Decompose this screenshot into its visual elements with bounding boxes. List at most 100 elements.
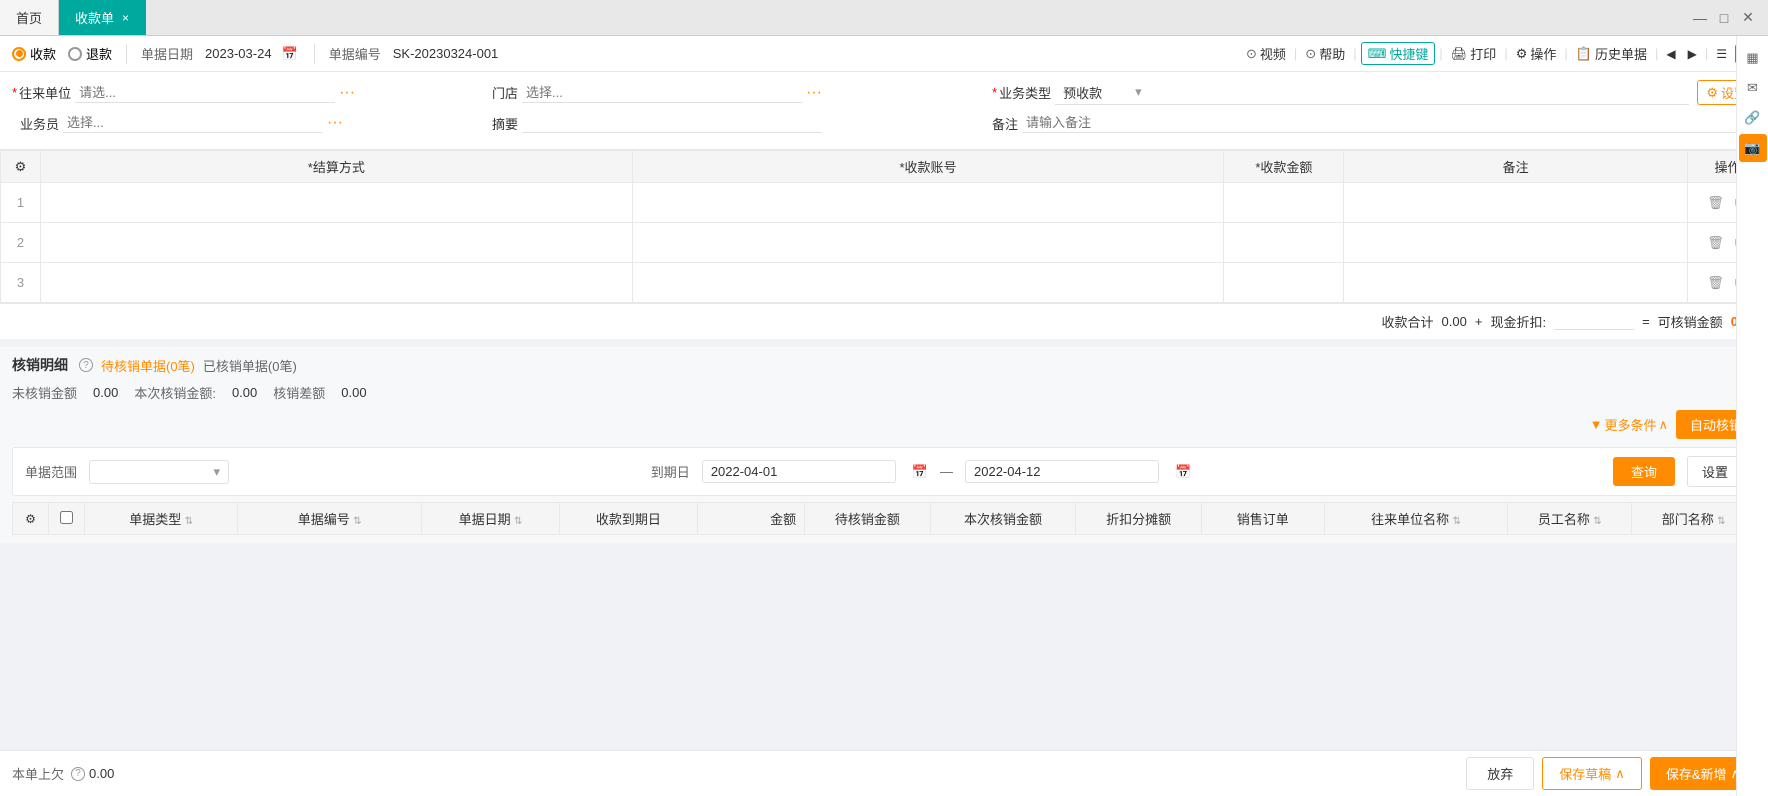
close-button[interactable]: ✕ [1740,10,1756,26]
tab-active[interactable]: 收款单 × [59,0,146,35]
col-amount-header: 金额 [697,503,804,535]
abandon-button[interactable]: 放弃 [1466,757,1534,790]
col-type-header[interactable]: 单据类型 ⇅ [85,503,238,535]
sidebar-table-icon[interactable]: ▦ [1739,44,1767,72]
print-button[interactable]: 🖨 打印 [1447,42,1501,65]
table-row: 3 🗑 ⧉ [1,263,1768,303]
table-setting-icon[interactable]: ⚙ [1,151,41,183]
staff-input[interactable] [63,113,323,133]
col-partner-header[interactable]: 往来单位名称 ⇅ [1324,503,1508,535]
calendar-icon[interactable]: 📅 [282,46,298,62]
next-button[interactable]: ▶ [1684,45,1701,63]
shortcut-icon: ⌨ [1368,46,1387,62]
shop-input[interactable] [522,83,802,103]
history-button[interactable]: 📋 历史单据 [1572,42,1651,65]
bottom-info-icon[interactable]: ? [71,767,85,781]
toolbar-right: ⊙ 视频 | ⊙ 帮助 | ⌨ 快捷键 | 🖨 打印 | ⚙ 操作 [1242,42,1756,65]
verify-info-icon[interactable]: ? [79,358,93,372]
refund-radio-icon [68,47,82,61]
sidebar-camera-icon[interactable]: 📷 [1739,134,1767,162]
this-verify-value: 0.00 [232,385,257,400]
partner-more-btn[interactable]: ··· [335,84,359,102]
sidebar-link-icon[interactable]: 🔗 [1739,104,1767,132]
verify-title: 核销明细 [12,355,68,375]
row-1-delete-icon[interactable]: 🗑 [1706,193,1726,213]
col-staff-header[interactable]: 员工名称 ⇅ [1508,503,1632,535]
col-this-header: 本次核销金额 [930,503,1076,535]
detail-table: ⚙ *结算方式 *收款账号 *收款金额 备注 操作 [0,150,1768,303]
diff-label: 核销差额 [273,383,325,402]
partner-label: 往来单位 [19,83,71,102]
num-label: 单据编号 [329,44,381,63]
receive-radio[interactable]: 收款 [12,44,56,63]
shop-label: 门店 [492,83,518,102]
minimize-button[interactable]: — [1692,10,1708,26]
partner-required: * [12,85,17,100]
operate-button[interactable]: ⚙ 操作 [1512,42,1561,65]
row-3-remark[interactable] [1344,263,1688,303]
range-select[interactable]: ▾ [89,460,229,484]
row-3-settle[interactable] [41,263,633,303]
row-1-account[interactable] [632,183,1224,223]
save-draft-button[interactable]: 保存草稿 ∧ [1542,757,1642,790]
row-2-account[interactable] [632,223,1224,263]
row-3-delete-icon[interactable]: 🗑 [1706,273,1726,293]
verify-table-gear[interactable]: ⚙ [13,503,49,535]
row-1-remark[interactable] [1344,183,1688,223]
discount-input[interactable] [1554,314,1634,330]
staff-more-btn[interactable]: ··· [323,114,347,132]
col-date-header[interactable]: 单据日期 ⇅ [422,503,560,535]
save-draft-label: 保存草稿 [1559,764,1611,783]
pending-tab[interactable]: 待核销单据(0笔) [101,356,195,375]
help-icon: ⊙ [1305,46,1316,62]
tab-home[interactable]: 首页 [0,0,59,35]
row-2-remark[interactable] [1344,223,1688,263]
row-3-account[interactable] [632,263,1224,303]
calendar-from-icon[interactable]: 📅 [912,464,928,480]
col-rdate-header: 收款到期日 [559,503,697,535]
more-conditions-btn[interactable]: ▼ 更多条件 ∧ [1590,415,1668,434]
table-row: 2 🗑 ⧉ [1,223,1768,263]
list-icon[interactable]: ☰ [1712,45,1731,63]
save-new-label: 保存&新增 [1666,764,1727,783]
done-tab[interactable]: 已核销单据(0笔) [203,356,297,375]
tab-close-icon[interactable]: × [122,11,129,25]
row-2-amount[interactable] [1224,223,1344,263]
col-order-header: 销售订单 [1202,503,1325,535]
select-all-checkbox[interactable] [60,511,73,524]
filter-setting-button[interactable]: 设置 [1687,456,1743,487]
help-button[interactable]: ⊙ 帮助 [1301,42,1349,65]
shop-more-btn[interactable]: ··· [802,84,826,102]
bottom-info-value: 0.00 [89,766,114,781]
calendar-to-icon[interactable]: 📅 [1175,464,1191,480]
maximize-button[interactable]: □ [1716,10,1732,26]
summary-input[interactable] [522,113,822,133]
refund-label: 退款 [86,44,112,63]
home-tab-label: 首页 [16,8,42,27]
row-1-settle[interactable] [41,183,633,223]
verify-table-checkbox-all[interactable] [49,503,85,535]
remark-label: 备注 [992,114,1018,133]
refund-radio[interactable]: 退款 [68,44,112,63]
col-num-header[interactable]: 单据编号 ⇅ [238,503,422,535]
date-from-input[interactable] [702,460,896,483]
shortcut-button[interactable]: ⌨ 快捷键 [1361,42,1436,65]
row-1-amount[interactable] [1224,183,1344,223]
query-button[interactable]: 查询 [1613,457,1675,486]
summary-row: 收款合计 0.00 + 现金折扣: = 可核销金额 0.00 [0,303,1768,339]
date-value: 2023-03-24 [205,46,272,61]
prev-button[interactable]: ◀ [1662,45,1679,63]
sort-dept-icon: ⇅ [1717,516,1725,527]
btype-select[interactable]: 预收款 ▾ [1055,81,1689,105]
table-row: 1 🗑 ⧉ [1,183,1768,223]
video-button[interactable]: ⊙ 视频 [1242,42,1290,65]
row-2-settle[interactable] [41,223,633,263]
partner-input[interactable] [75,83,335,103]
date-to-input[interactable] [965,460,1159,483]
sidebar-mail-icon[interactable]: ✉ [1739,74,1767,102]
gear-icon: ⚙ [1706,85,1718,101]
row-2-delete-icon[interactable]: 🗑 [1706,233,1726,253]
remark-input[interactable] [1022,113,1756,133]
row-3-amount[interactable] [1224,263,1344,303]
range-select-arrow: ▾ [213,464,220,480]
